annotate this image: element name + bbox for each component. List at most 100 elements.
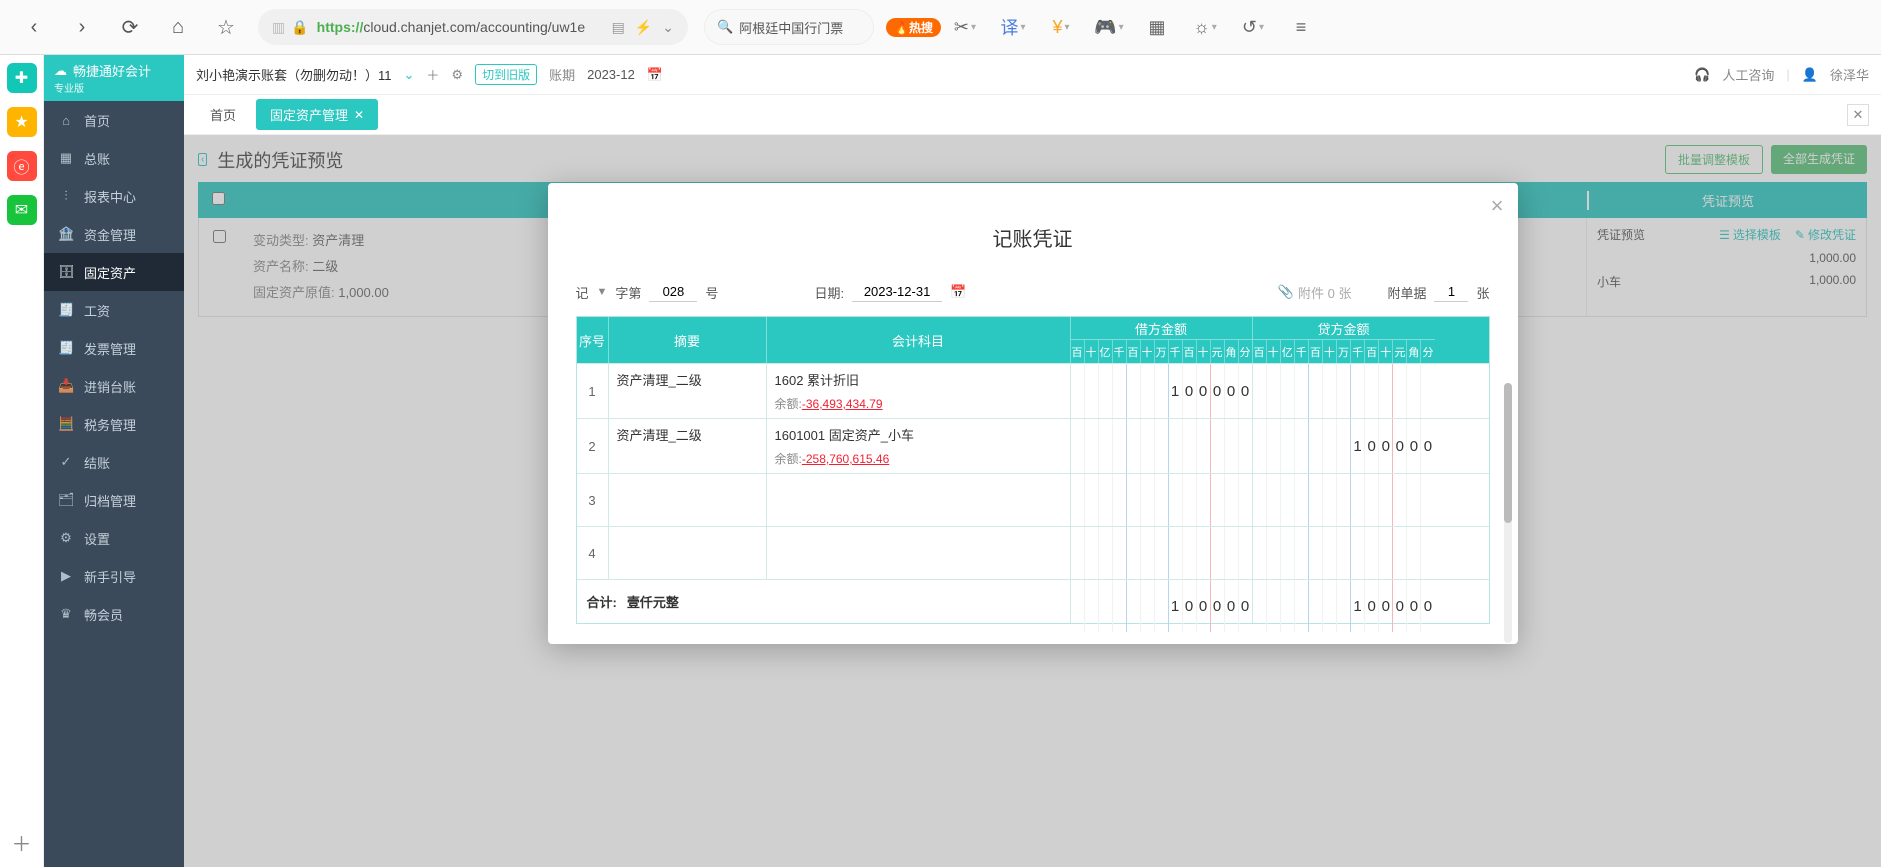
row-account[interactable] [767,474,1071,526]
sidebar-item-1[interactable]: ▦总账 [44,139,184,177]
game-icon[interactable]: 🎮▾ [1095,13,1123,41]
star-icon[interactable]: ☆ [210,11,242,43]
sidebar-item-9[interactable]: ✓结账 [44,443,184,481]
settings-icon[interactable]: ⚙ [451,67,463,83]
apps-icon[interactable]: ▦ [1143,13,1171,41]
sidebar-icon: 🧾 [58,340,74,356]
sidebar-item-label: 报表中心 [84,187,136,206]
sidebar-item-11[interactable]: ⚙设置 [44,519,184,557]
add-account-icon[interactable]: ＋ [426,65,439,84]
sidebar-item-10[interactable]: 🗂归档管理 [44,481,184,519]
sidebar-item-0[interactable]: ⌂首页 [44,101,184,139]
theme-icon[interactable]: ☼▾ [1191,13,1219,41]
sidebar-icon: 🧮 [58,416,74,432]
voucher-number-input[interactable] [649,282,697,302]
word-prefix[interactable]: 记 [576,283,589,302]
rail-app-1[interactable]: ✚ [7,63,37,93]
tab-home[interactable]: 首页 [196,99,250,130]
browser-search[interactable]: 🔍 阿根廷中国行门票 [704,9,874,45]
rail-app-3[interactable]: ⓔ [7,151,37,181]
close-all-tabs[interactable]: ✕ [1847,104,1869,126]
sidebar-item-7[interactable]: 📥 进销台账 [44,367,184,405]
row-account[interactable]: 1602 累计折旧余额:-36,493,434.79 [767,364,1071,418]
search-placeholder: 阿根廷中国行门票 [739,18,843,37]
sidebar-item-12[interactable]: ▶新手引导 [44,557,184,595]
sidebar-icon: ♛ [58,606,74,622]
sidebar-item-8[interactable]: 🧮税务管理 [44,405,184,443]
bolt-icon[interactable]: ⚡ [635,19,652,36]
scissors-icon[interactable]: ✂▾ [951,13,979,41]
row-credit[interactable] [1253,527,1435,579]
tab-fixed-assets[interactable]: 固定资产管理 ✕ [256,99,378,130]
voucher-row[interactable]: 2资产清理_二级1601001 固定资产_小车余额:-258,760,615.4… [577,418,1489,473]
sidebar-item-5[interactable]: 🧾工资 [44,291,184,329]
back-icon[interactable]: ‹ [18,11,50,43]
sidebar-item-6[interactable]: 🧾发票管理 [44,329,184,367]
sidebar-item-2[interactable]: ⫶报表中心 [44,177,184,215]
voucher-row[interactable]: 1资产清理_二级1602 累计折旧余额:-36,493,434.79100000 [577,363,1489,418]
hot-badge[interactable]: 🔥热搜 [886,18,941,37]
row-debit[interactable] [1071,527,1253,579]
sidebar: ☁ 畅捷通好会计 专业版 ⌂首页▦总账⫶报表中心🏦资金管理🗄固定资产🧾工资🧾发票… [44,55,184,867]
row-index: 1 [577,364,609,418]
chevron-down-icon[interactable]: ▼ [597,286,608,298]
sidebar-item-3[interactable]: 🏦资金管理 [44,215,184,253]
sidebar-icon: 📥 [58,378,74,394]
row-debit[interactable] [1071,474,1253,526]
sidebar-icon: ▶ [58,568,74,584]
url-bar[interactable]: ▥ 🔒 https:// cloud.chanjet.com/accountin… [258,9,688,45]
row-credit[interactable]: 100000 [1253,419,1435,473]
row-account[interactable]: 1601001 固定资产_小车余额:-258,760,615.46 [767,419,1071,473]
home-icon[interactable]: ⌂ [162,11,194,43]
period-label: 账期 [549,65,575,84]
sheets-input[interactable] [1434,282,1468,302]
paperclip-icon: 📎 [1278,284,1294,300]
forward-icon[interactable]: › [66,11,98,43]
row-credit[interactable] [1253,364,1435,418]
modal-scrollbar[interactable] [1504,383,1512,643]
voucher-date-input[interactable] [852,282,942,302]
reload-icon[interactable]: ⟳ [114,11,146,43]
attachment-label[interactable]: 📎附件 0 张 [1278,283,1352,302]
sidebar-item-13[interactable]: ♛畅会员 [44,595,184,633]
sidebar-icon: ⌂ [58,113,74,128]
row-debit[interactable]: 100000 [1071,364,1253,418]
account-name[interactable]: 刘小艳演示账套（勿删勿动！）11 [196,65,392,84]
voucher-row[interactable]: 4 [577,526,1489,579]
avatar-icon[interactable]: 👤 [1802,67,1818,83]
row-summary[interactable]: 资产清理_二级 [609,364,767,418]
row-credit[interactable] [1253,474,1435,526]
row-summary[interactable]: 资产清理_二级 [609,419,767,473]
translate-icon[interactable]: 译▾ [999,13,1027,41]
user-name[interactable]: 徐泽华 [1830,65,1869,84]
rail-app-4[interactable]: ✉ [7,195,37,225]
total-cn: 壹仟元整 [627,592,679,611]
sidebar-icon: ⚙ [58,530,74,546]
row-debit[interactable] [1071,419,1253,473]
close-tab-icon[interactable]: ✕ [354,108,364,122]
url-text: cloud.chanjet.com/accounting/uw1e [363,19,585,35]
row-account[interactable] [767,527,1071,579]
headset-icon[interactable]: 🎧 [1694,67,1710,83]
qr-icon[interactable]: ▤ [612,19,625,36]
sidebar-item-4[interactable]: 🗄固定资产 [44,253,184,291]
restore-icon[interactable]: ↺▾ [1239,13,1267,41]
account-dropdown-icon[interactable]: ⌄ [404,67,415,83]
rail-add-icon[interactable]: ＋ [12,828,32,857]
rail-app-2[interactable]: ★ [7,107,37,137]
chevron-down-icon[interactable]: ⌄ [662,19,674,36]
old-version-button[interactable]: 切到旧版 [475,64,537,85]
voucher-row[interactable]: 3 [577,473,1489,526]
support-link[interactable]: 人工咨询 [1722,65,1774,84]
sidebar-icon: 🏦 [58,226,74,242]
calendar-icon[interactable]: 📅 [950,284,966,300]
wallet-icon[interactable]: ¥▾ [1047,13,1075,41]
period-value[interactable]: 2023-12 [587,67,635,82]
row-summary[interactable] [609,527,767,579]
row-summary[interactable] [609,474,767,526]
menu-icon[interactable]: ≡ [1287,13,1315,41]
sidebar-item-label: 进销台账 [84,377,136,396]
calendar-icon[interactable]: 📅 [647,67,663,83]
brand-title: 畅捷通好会计 [73,61,151,80]
modal-close-icon[interactable]: × [1491,193,1504,219]
